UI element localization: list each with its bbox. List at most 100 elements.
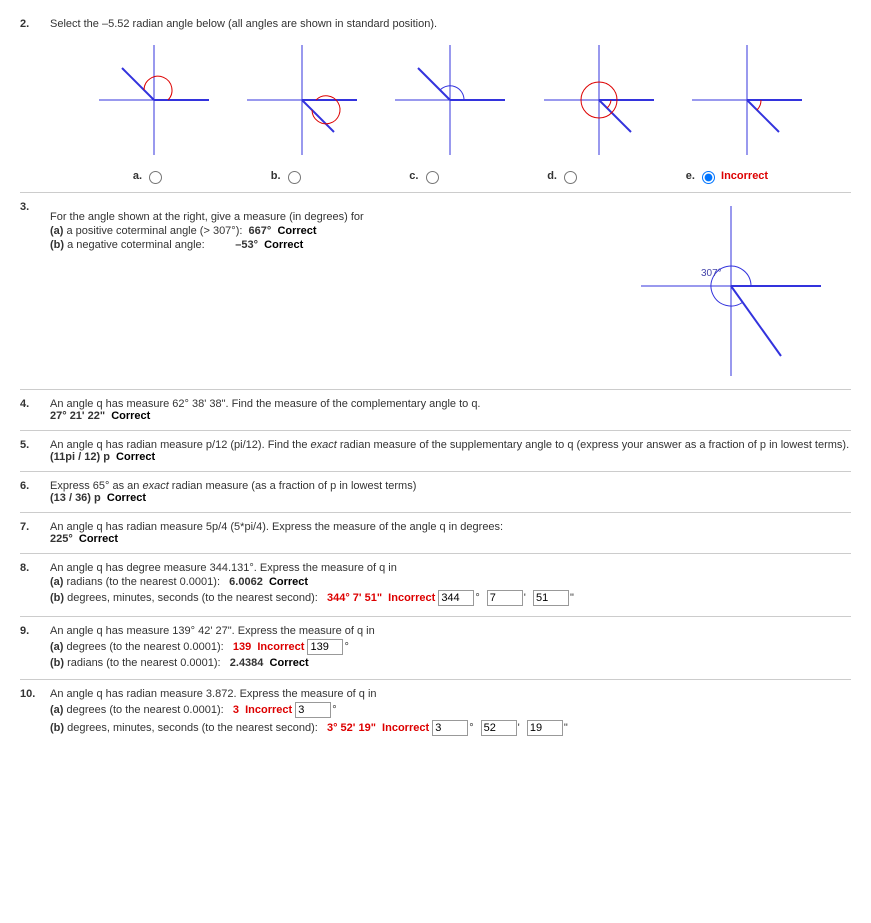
choice-b-radio[interactable] bbox=[288, 171, 301, 184]
choice-d-radio[interactable] bbox=[564, 171, 577, 184]
answer-line: 27° 21' 22" Correct bbox=[50, 410, 851, 422]
question-number: 6. bbox=[20, 480, 50, 504]
minute-symbol: ' bbox=[518, 722, 520, 734]
degree-symbol: ° bbox=[332, 704, 336, 716]
choice-a: a. bbox=[133, 168, 165, 184]
question-prompt: An angle q has measure 139° 42' 27". Exp… bbox=[50, 625, 851, 637]
question-3-diagram: 307° bbox=[631, 201, 851, 381]
prompt-part-2: radian measure (as a fraction of p in lo… bbox=[169, 480, 417, 492]
second-symbol: " bbox=[564, 722, 568, 734]
part-a-answer: 667° bbox=[249, 225, 272, 237]
part-a-answer: 6.0062 bbox=[229, 576, 263, 588]
choice-d: d. bbox=[547, 168, 580, 184]
degrees-input[interactable] bbox=[438, 590, 474, 606]
part-a-answer: 139 bbox=[233, 641, 251, 653]
question-body: An angle q has degree measure 344.131°. … bbox=[50, 562, 851, 608]
part-b-text: a negative coterminal angle: bbox=[64, 239, 205, 251]
question-body: An angle q has radian measure 5p/4 (5*pi… bbox=[50, 521, 851, 545]
prompt-part-1: An angle q has radian measure p/12 (pi/1… bbox=[50, 439, 311, 451]
part-a-label: (a) bbox=[50, 704, 63, 716]
part-b-text: degrees, minutes, seconds (to the neares… bbox=[64, 722, 318, 734]
incorrect-label: Incorrect bbox=[721, 170, 768, 182]
correct-label: Correct bbox=[269, 576, 308, 588]
question-number: 5. bbox=[20, 439, 50, 463]
answer: 225° bbox=[50, 533, 73, 545]
part-b-answer: 3° 52' 19" bbox=[327, 722, 376, 734]
part-b-label: (b) bbox=[50, 592, 64, 604]
question-8: 8. An angle q has degree measure 344.131… bbox=[20, 554, 851, 617]
angle-diagram-c bbox=[390, 40, 510, 160]
degrees-input[interactable] bbox=[295, 702, 331, 718]
degree-symbol: ° bbox=[469, 722, 473, 734]
part-b-text: degrees, minutes, seconds (to the neares… bbox=[64, 592, 318, 604]
answer-line: (11pi / 12) p Correct bbox=[50, 451, 851, 463]
correct-label: Correct bbox=[264, 239, 303, 251]
question-body: Express 65° as an exact radian measure (… bbox=[50, 480, 851, 504]
minutes-input[interactable] bbox=[481, 720, 517, 736]
part-b: (b) radians (to the nearest 0.0001): 2.4… bbox=[50, 657, 851, 669]
angle-307-diagram: 307° bbox=[631, 201, 831, 381]
question-number: 10. bbox=[20, 688, 50, 738]
part-b-label: (b) bbox=[50, 657, 64, 669]
incorrect-label: Incorrect bbox=[388, 592, 435, 604]
prompt-em: exact bbox=[311, 439, 337, 451]
choice-c-radio[interactable] bbox=[426, 171, 439, 184]
incorrect-label: Incorrect bbox=[245, 704, 292, 716]
angle-diagram-b bbox=[242, 40, 362, 160]
choice-e: e. Incorrect bbox=[686, 168, 768, 184]
question-5: 5. An angle q has radian measure p/12 (p… bbox=[20, 431, 851, 472]
question-body: An angle q has radian measure p/12 (pi/1… bbox=[50, 439, 851, 463]
prompt-em: exact bbox=[142, 480, 168, 492]
question-prompt: An angle q has measure 62° 38' 38". Find… bbox=[50, 398, 851, 410]
question-body: An angle q has radian measure 3.872. Exp… bbox=[50, 688, 851, 738]
choice-c: c. bbox=[409, 168, 441, 184]
prompt-part-2: radian measure of the supplementary angl… bbox=[337, 439, 849, 451]
part-b: (b) a negative coterminal angle: –53° Co… bbox=[50, 239, 631, 251]
minutes-input[interactable] bbox=[487, 590, 523, 606]
minute-symbol: ' bbox=[524, 592, 526, 604]
correct-label: Correct bbox=[116, 451, 155, 463]
answer-line: (13 / 36) p Correct bbox=[50, 492, 851, 504]
part-b-label: (b) bbox=[50, 239, 64, 251]
degrees-input[interactable] bbox=[307, 639, 343, 655]
part-a-label: (a) bbox=[50, 641, 63, 653]
part-b-text: radians (to the nearest 0.0001): bbox=[64, 657, 221, 669]
incorrect-label: Incorrect bbox=[382, 722, 429, 734]
correct-label: Correct bbox=[111, 410, 150, 422]
question-10: 10. An angle q has radian measure 3.872.… bbox=[20, 680, 851, 746]
part-a-text: a positive coterminal angle (> 307°): bbox=[63, 225, 242, 237]
choice-a-radio[interactable] bbox=[149, 171, 162, 184]
question-number: 7. bbox=[20, 521, 50, 545]
part-a-label: (a) bbox=[50, 576, 63, 588]
part-b: (b) degrees, minutes, seconds (to the ne… bbox=[50, 720, 851, 736]
choice-label: b. bbox=[271, 170, 281, 182]
part-a: (a) degrees (to the nearest 0.0001): 139… bbox=[50, 639, 851, 655]
question-2: 2. Select the –5.52 radian angle below (… bbox=[20, 10, 851, 193]
correct-label: Correct bbox=[277, 225, 316, 237]
answer: (13 / 36) p bbox=[50, 492, 101, 504]
choice-row: a. b. c. d. e. Incorrect bbox=[50, 168, 851, 184]
answer-line: 225° Correct bbox=[50, 533, 851, 545]
part-a-answer: 3 bbox=[233, 704, 239, 716]
question-prompt: An angle q has radian measure 3.872. Exp… bbox=[50, 688, 851, 700]
question-number: 4. bbox=[20, 398, 50, 422]
seconds-input[interactable] bbox=[527, 720, 563, 736]
question-number: 9. bbox=[20, 625, 50, 671]
angle-diagram-a bbox=[94, 40, 214, 160]
choice-label: c. bbox=[409, 170, 418, 182]
answer: (11pi / 12) p bbox=[50, 451, 110, 463]
choice-label: e. bbox=[686, 170, 695, 182]
angle-diagram-row bbox=[50, 40, 851, 160]
degree-symbol: ° bbox=[475, 592, 479, 604]
degrees-input[interactable] bbox=[432, 720, 468, 736]
seconds-input[interactable] bbox=[533, 590, 569, 606]
choice-label: a. bbox=[133, 170, 142, 182]
question-9: 9. An angle q has measure 139° 42' 27". … bbox=[20, 617, 851, 680]
part-b: (b) degrees, minutes, seconds (to the ne… bbox=[50, 590, 851, 606]
question-number: 3. bbox=[20, 201, 50, 381]
question-number: 2. bbox=[20, 18, 50, 184]
choice-e-radio[interactable] bbox=[702, 171, 715, 184]
question-prompt: Select the –5.52 radian angle below (all… bbox=[50, 18, 851, 30]
part-a: (a) a positive coterminal angle (> 307°)… bbox=[50, 225, 631, 237]
question-prompt: Express 65° as an exact radian measure (… bbox=[50, 480, 851, 492]
